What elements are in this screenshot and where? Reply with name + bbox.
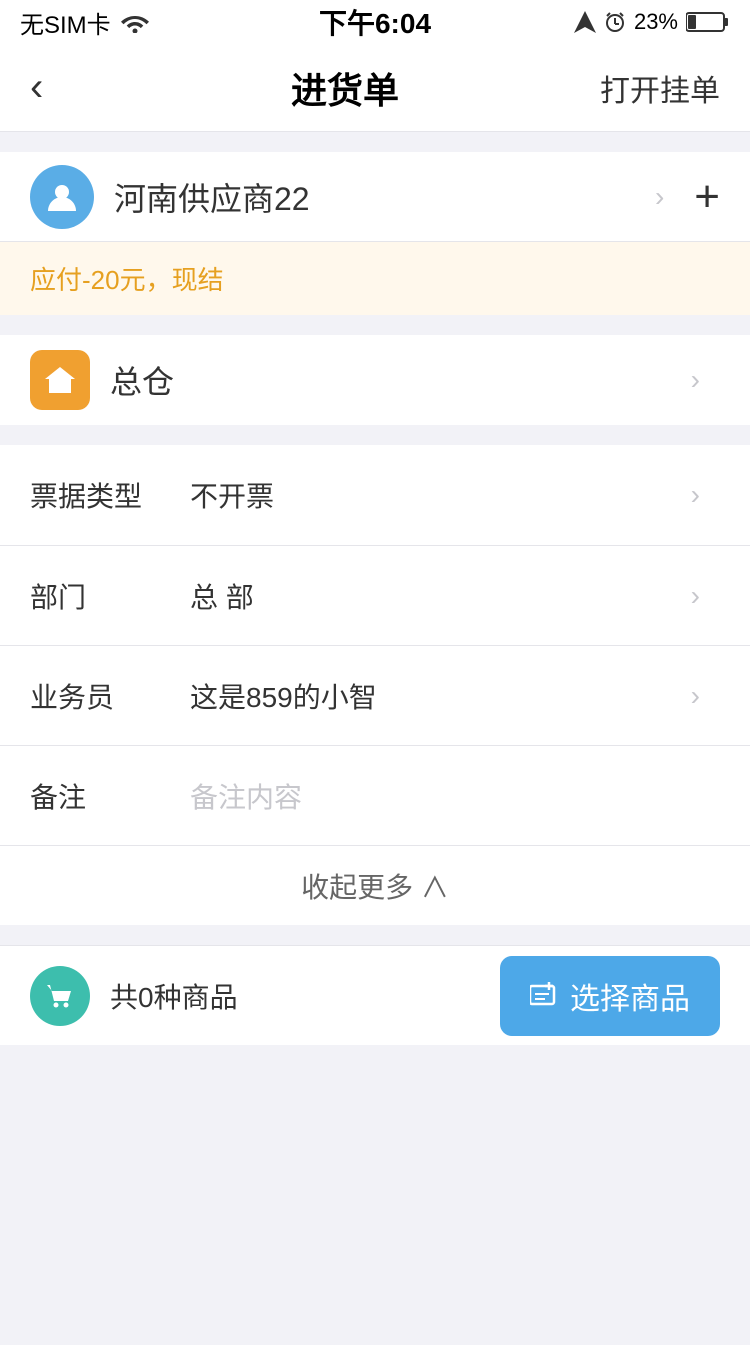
invoice-type-value: 不开票 — [190, 475, 691, 515]
salesperson-chevron-icon: › — [691, 680, 700, 712]
gray-background — [0, 1045, 750, 1345]
remarks-label: 备注 — [30, 776, 170, 816]
status-time: 下午6:04 — [319, 2, 431, 42]
remarks-input[interactable]: 备注内容 — [190, 776, 720, 816]
department-row[interactable]: 部门 总 部 › — [0, 545, 750, 645]
form-section: 票据类型 不开票 › 部门 总 部 › 业务员 这是859的小智 › 备注 备注… — [0, 445, 750, 925]
supplier-name: 河南供应商22 — [114, 174, 655, 220]
salesperson-label: 业务员 — [30, 676, 170, 716]
person-icon — [44, 179, 80, 215]
status-carrier: 无SIM卡 — [20, 5, 149, 40]
warehouse-row[interactable]: 总仓 › — [0, 335, 750, 425]
section-gap-2 — [0, 315, 750, 335]
battery-icon — [686, 11, 730, 33]
supplier-avatar — [30, 165, 94, 229]
warehouse-chevron-icon: › — [691, 364, 700, 396]
nav-bar: ‹ 进货单 打开挂单 — [0, 44, 750, 132]
warehouse-icon — [30, 350, 90, 410]
warehouse-section: 总仓 › — [0, 335, 750, 425]
department-value: 总 部 — [190, 576, 691, 616]
page-title: 进货单 — [291, 62, 399, 114]
location-icon — [574, 11, 596, 33]
product-section: 共0种商品 选择商品 — [0, 945, 750, 1045]
supplier-section: 河南供应商22 › + 应付-20元，现结 — [0, 152, 750, 315]
section-gap-3 — [0, 425, 750, 445]
cart-icon — [43, 979, 77, 1013]
supplier-row[interactable]: 河南供应商22 › + — [0, 152, 750, 242]
collapse-toggle[interactable]: 收起更多 ∧ — [0, 845, 750, 925]
department-label: 部门 — [30, 576, 170, 616]
invoice-type-label: 票据类型 — [30, 475, 170, 515]
salesperson-value: 这是859的小智 — [190, 676, 691, 716]
select-product-button[interactable]: 选择商品 — [500, 956, 720, 1036]
warehouse-name: 总仓 — [110, 357, 691, 403]
status-right: 23% — [574, 9, 730, 35]
add-product-icon — [530, 982, 560, 1010]
notice-banner: 应付-20元，现结 — [0, 242, 750, 315]
add-supplier-button[interactable]: + — [694, 172, 720, 222]
open-pending-button[interactable]: 打开挂单 — [600, 66, 720, 110]
select-product-label: 选择商品 — [570, 974, 690, 1018]
alarm-icon — [604, 11, 626, 33]
home-icon — [43, 363, 77, 397]
back-button[interactable]: ‹ — [30, 65, 90, 110]
section-gap-1 — [0, 132, 750, 152]
remarks-row[interactable]: 备注 备注内容 — [0, 745, 750, 845]
wifi-icon — [121, 11, 149, 33]
invoice-type-row[interactable]: 票据类型 不开票 › — [0, 445, 750, 545]
product-count: 共0种商品 — [110, 976, 500, 1016]
invoice-type-chevron-icon: › — [691, 479, 700, 511]
salesperson-row[interactable]: 业务员 这是859的小智 › — [0, 645, 750, 745]
department-chevron-icon: › — [691, 580, 700, 612]
section-gap-4 — [0, 925, 750, 945]
product-icon — [30, 966, 90, 1026]
status-bar: 无SIM卡 下午6:04 23% — [0, 0, 750, 44]
supplier-chevron-icon: › — [655, 181, 664, 213]
